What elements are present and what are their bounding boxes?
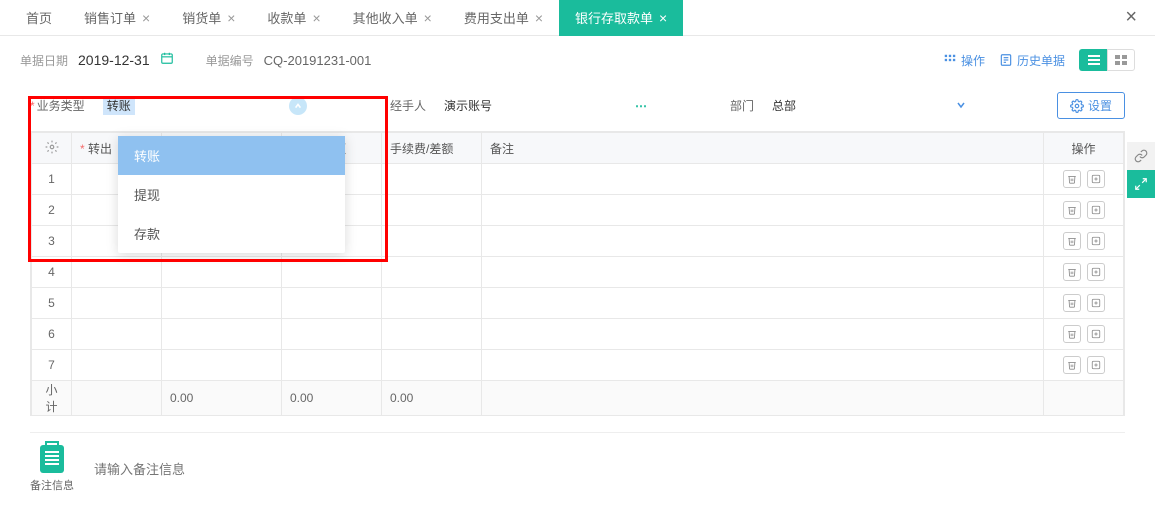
gear-icon[interactable]: [32, 133, 72, 164]
header-bar: 单据日期 2019-12-31 单据编号 CQ-20191231-001 操作 …: [0, 36, 1155, 84]
settings-button[interactable]: 设置: [1057, 92, 1125, 119]
table-row[interactable]: 4: [32, 257, 1124, 288]
tab-expense[interactable]: 费用支出单×: [448, 0, 559, 36]
dropdown-item[interactable]: 转账: [118, 136, 345, 175]
subtotal-row: 小计 0.00 0.00 0.00: [32, 381, 1124, 416]
dept-select[interactable]: 总部: [764, 93, 974, 118]
add-row-icon[interactable]: [1087, 201, 1105, 219]
close-icon[interactable]: ×: [659, 10, 667, 26]
doc-value: CQ-20191231-001: [264, 53, 372, 68]
history-link[interactable]: 历史单据: [999, 52, 1065, 69]
col-ops: 操作: [1044, 133, 1124, 164]
row-index: 3: [32, 226, 72, 257]
handler-select[interactable]: 演示账号 ⋯: [436, 93, 656, 118]
biz-type-dropdown: 转账 提现 存款: [118, 136, 345, 253]
view-list-button[interactable]: [1079, 49, 1107, 71]
close-icon[interactable]: ×: [424, 10, 432, 26]
tab-delivery[interactable]: 销货单×: [166, 0, 251, 36]
row-index: 1: [32, 164, 72, 195]
biz-type-select[interactable]: 转账: [95, 92, 315, 119]
close-icon[interactable]: ×: [142, 10, 150, 26]
view-grid-button[interactable]: [1107, 49, 1135, 71]
chevron-up-icon: [289, 97, 307, 115]
dropdown-item[interactable]: 存款: [118, 214, 345, 253]
calendar-icon[interactable]: [160, 51, 174, 70]
close-icon[interactable]: ×: [312, 10, 320, 26]
tab-other-income[interactable]: 其他收入单×: [337, 0, 448, 36]
col-remark: 备注: [482, 133, 1044, 164]
add-row-icon[interactable]: [1087, 170, 1105, 188]
dropdown-item[interactable]: 提现: [118, 175, 345, 214]
delete-row-icon[interactable]: [1063, 232, 1081, 250]
notes-icon: [40, 445, 64, 473]
delete-row-icon[interactable]: [1063, 201, 1081, 219]
expand-icon[interactable]: [1127, 170, 1155, 198]
subtotal-label: 小计: [32, 381, 72, 416]
table-row[interactable]: 7: [32, 350, 1124, 381]
delete-row-icon[interactable]: [1063, 325, 1081, 343]
close-all-icon[interactable]: ×: [1125, 6, 1137, 29]
add-row-icon[interactable]: [1087, 232, 1105, 250]
notes-input[interactable]: [94, 462, 1125, 477]
delete-row-icon[interactable]: [1063, 294, 1081, 312]
add-row-icon[interactable]: [1087, 294, 1105, 312]
date-label: 单据日期: [20, 52, 68, 69]
ops-link[interactable]: 操作: [943, 52, 985, 69]
close-icon[interactable]: ×: [227, 10, 235, 26]
link-icon[interactable]: [1127, 142, 1155, 170]
footer: 备注信息: [30, 432, 1125, 493]
delete-row-icon[interactable]: [1063, 263, 1081, 281]
tab-receipt[interactable]: 收款单×: [251, 0, 336, 36]
view-toggle: [1079, 49, 1135, 71]
side-badges: [1127, 142, 1155, 198]
table-row[interactable]: 6: [32, 319, 1124, 350]
delete-row-icon[interactable]: [1063, 356, 1081, 374]
row-index: 2: [32, 195, 72, 226]
add-row-icon[interactable]: [1087, 356, 1105, 374]
date-value[interactable]: 2019-12-31: [78, 52, 150, 68]
row-index: 6: [32, 319, 72, 350]
table-row[interactable]: 5: [32, 288, 1124, 319]
notes-label: 备注信息: [30, 477, 74, 493]
row-index: 4: [32, 257, 72, 288]
col-fee: 手续费/差额: [382, 133, 482, 164]
tabs-bar: 首页 销售订单× 销货单× 收款单× 其他收入单× 费用支出单× 银行存取款单×…: [0, 0, 1155, 36]
doc-label: 单据编号: [206, 52, 254, 69]
row-index: 5: [32, 288, 72, 319]
add-row-icon[interactable]: [1087, 263, 1105, 281]
tab-home[interactable]: 首页: [10, 0, 68, 36]
add-row-icon[interactable]: [1087, 325, 1105, 343]
biz-type-label: 业务类型: [30, 97, 85, 114]
delete-row-icon[interactable]: [1063, 170, 1081, 188]
tab-sales-order[interactable]: 销售订单×: [68, 0, 166, 36]
chevron-down-icon: [956, 99, 966, 113]
tab-bank-transfer[interactable]: 银行存取款单×: [559, 0, 683, 36]
close-icon[interactable]: ×: [535, 10, 543, 26]
form-row: 业务类型 转账 经手人 演示账号 ⋯ 部门 总部 设置: [0, 84, 1155, 127]
dept-label: 部门: [730, 97, 754, 114]
row-index: 7: [32, 350, 72, 381]
handler-label: 经手人: [390, 97, 426, 114]
more-icon: ⋯: [635, 99, 648, 113]
